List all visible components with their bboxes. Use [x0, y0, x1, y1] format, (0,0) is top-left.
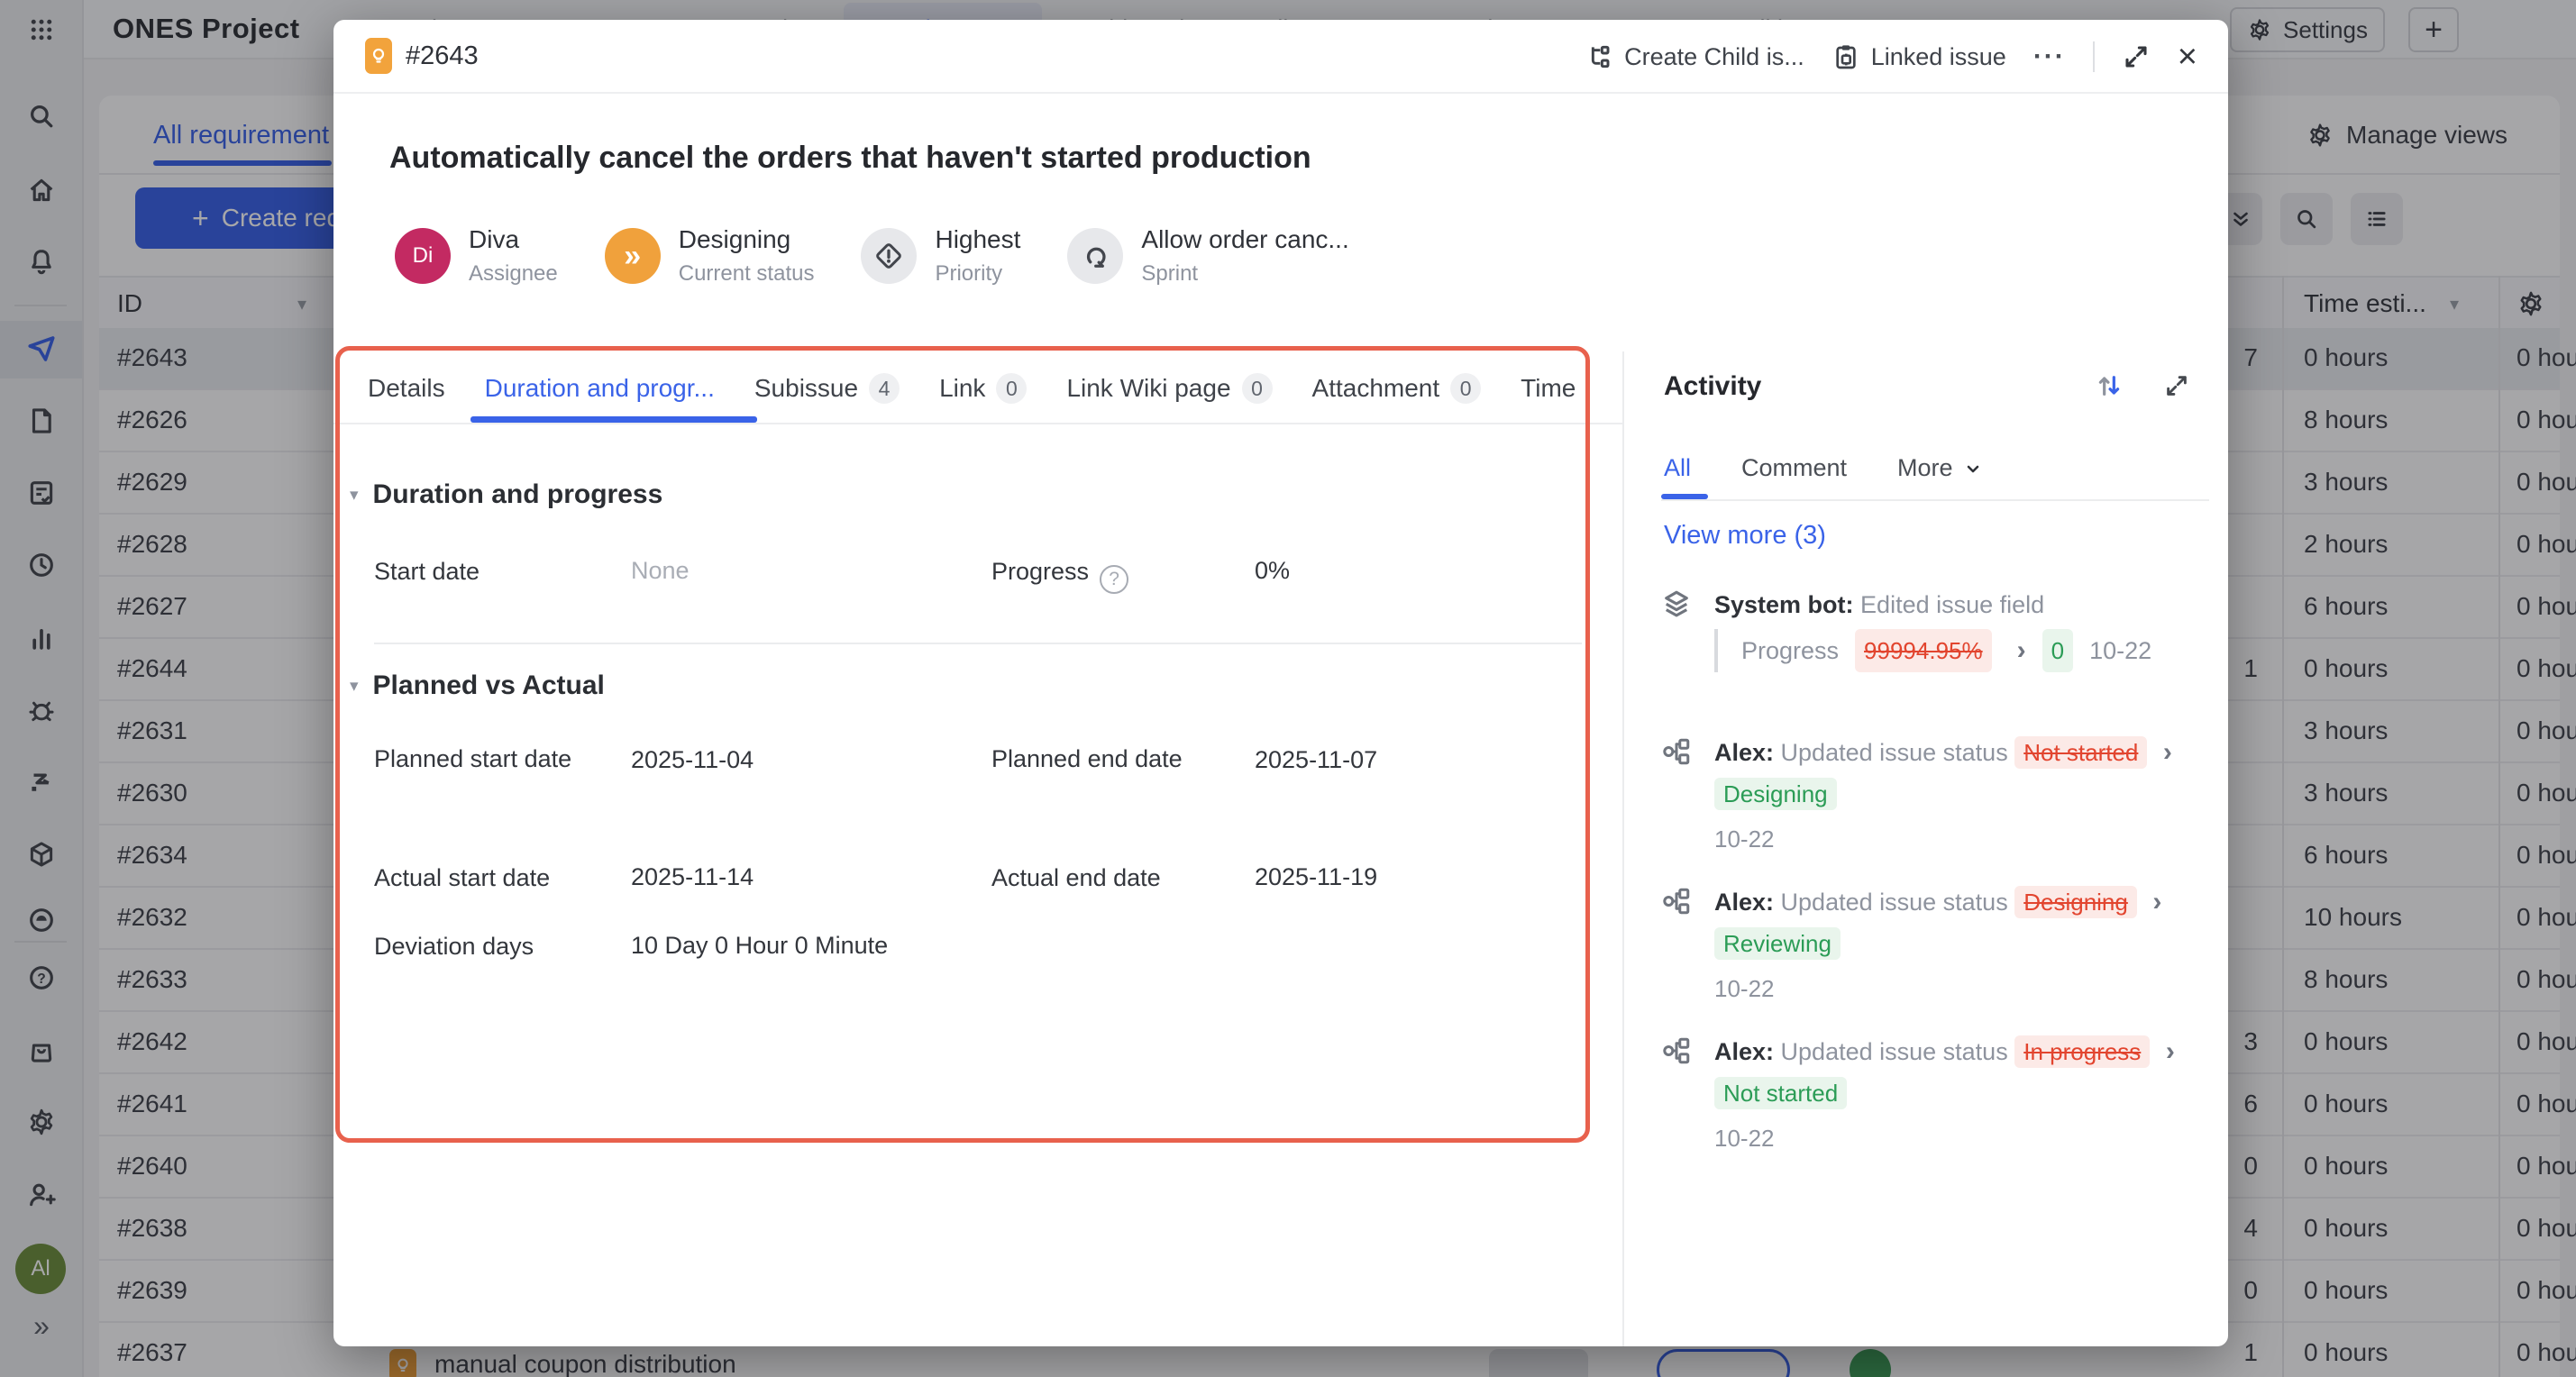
linked-issue-button[interactable]: Linked issue	[1832, 42, 2006, 71]
chevron-down-icon	[1962, 458, 1984, 479]
expand-activity-icon[interactable]	[2163, 372, 2190, 399]
help-question-icon[interactable]: ?	[1100, 565, 1129, 594]
activity-item: System bot: Edited issue field Progress …	[1660, 586, 2201, 672]
new-status-chip: Designing	[1714, 778, 1837, 810]
more-actions-button[interactable]: ···	[2033, 41, 2066, 72]
actual-start-label: Actual start date	[374, 864, 551, 891]
issue-title[interactable]: Automatically cancel the orders that hav…	[389, 141, 1311, 176]
start-date-value[interactable]: None	[631, 557, 690, 585]
section-divider	[374, 643, 1582, 644]
modal-header: #2643 Create Child is... Linked issue ··…	[333, 20, 2228, 94]
activity-item: Alex: Updated issue status Designing › R…	[1660, 883, 2201, 1008]
activity-tabs: All Comment More	[1664, 454, 1984, 482]
issue-field-chips: Di Diva Assignee » Designing Current statu…	[395, 225, 1349, 287]
subissue-count: 4	[869, 373, 900, 404]
tab-link[interactable]: Link 0	[939, 373, 1028, 404]
header-divider	[2092, 41, 2095, 72]
planned-end-label: Planned end date	[991, 745, 1183, 772]
progress-label: Progress?	[991, 552, 1129, 594]
assignee-field[interactable]: Di Diva Assignee	[395, 225, 558, 287]
wiki-count: 0	[1241, 373, 1273, 404]
deviation-label: Deviation days	[374, 933, 534, 960]
screen: ONES Project Project Summary Issues Spri…	[0, 0, 2576, 1377]
child-issue-tree-icon	[1585, 42, 1613, 71]
status-icon: »	[604, 228, 661, 284]
view-more-link[interactable]: View more (3)	[1664, 521, 1826, 551]
assignee-avatar: Di	[395, 228, 451, 284]
chevron-right-icon[interactable]: ›	[2152, 887, 2161, 916]
activity-tab-comment[interactable]: Comment	[1741, 454, 1847, 482]
actual-end-value[interactable]: 2025-11-19	[1255, 863, 1377, 891]
activity-panel: Activity All Comment More View more (3)	[1622, 351, 2228, 1346]
workflow-icon	[1660, 734, 1694, 858]
layers-icon	[1660, 586, 1694, 672]
chevron-right-icon[interactable]: ›	[2163, 737, 2172, 767]
workflow-icon	[1660, 883, 1694, 1008]
section-planned-vs-actual: ▾ Planned vs Actual	[350, 670, 605, 700]
old-status-chip: Not started	[2014, 736, 2148, 769]
activity-heading: Activity	[1664, 371, 1762, 401]
chevron-right-icon: ›	[2016, 635, 2026, 665]
tabs-border	[333, 423, 1622, 424]
priority-field[interactable]: Highest Priority	[861, 225, 1020, 287]
collapse-triangle-icon[interactable]: ▾	[350, 485, 359, 506]
actual-end-label: Actual end date	[991, 864, 1161, 891]
old-status-chip: Designing	[2014, 886, 2137, 918]
planned-start-label: Planned start date	[374, 745, 572, 772]
tab-attachment[interactable]: Attachment 0	[1312, 373, 1482, 404]
activity-item: Alex: Updated issue status Not started ›…	[1660, 734, 2201, 858]
activity-date: 10-22	[1714, 975, 1775, 1002]
activity-date: 10-22	[1714, 825, 1775, 853]
chevron-right-icon[interactable]: ›	[2166, 1036, 2175, 1066]
link-count: 0	[996, 373, 1028, 404]
tab-subissue[interactable]: Subissue 4	[754, 373, 900, 404]
collapse-triangle-icon[interactable]: ▾	[350, 676, 359, 697]
deviation-value: 10 Day 0 Hour 0 Minute	[631, 932, 889, 959]
progress-value[interactable]: 0%	[1255, 557, 1290, 585]
sprint-loop-icon	[1067, 228, 1124, 284]
activity-item: Alex: Updated issue status In progress ›…	[1660, 1033, 2201, 1157]
new-value-chip: 0	[2042, 629, 2074, 672]
active-tab-underline	[470, 416, 757, 423]
old-value-chip: 99994.95%	[1855, 629, 1992, 672]
activity-tab-all[interactable]: All	[1664, 454, 1691, 482]
section-duration-progress: ▾ Duration and progress	[350, 479, 663, 509]
planned-start-value[interactable]: 2025-11-04	[631, 746, 754, 774]
new-status-chip: Not started	[1714, 1077, 1848, 1109]
tab-details[interactable]: Details	[368, 374, 445, 403]
planned-end-value[interactable]: 2025-11-07	[1255, 746, 1377, 774]
activity-date: 10-22	[1714, 1125, 1775, 1152]
issue-id: #2643	[406, 41, 479, 70]
old-status-chip: In progress	[2014, 1035, 2151, 1068]
issue-type-icon	[365, 38, 392, 74]
issue-modal: #2643 Create Child is... Linked issue ··…	[333, 20, 2228, 1346]
tab-link-wiki[interactable]: Link Wiki page 0	[1066, 373, 1273, 404]
sort-order-icon[interactable]	[2095, 371, 2124, 400]
activity-tabs-border	[1661, 499, 2209, 501]
workflow-icon	[1660, 1033, 1694, 1157]
start-date-label: Start date	[374, 558, 480, 585]
tab-time[interactable]: Time	[1521, 374, 1576, 403]
actual-start-value[interactable]: 2025-11-14	[631, 863, 754, 891]
new-status-chip: Reviewing	[1714, 927, 1841, 960]
attachment-count: 0	[1450, 373, 1482, 404]
priority-diamond-icon	[861, 228, 918, 284]
linked-issue-icon	[1832, 42, 1860, 71]
close-icon[interactable]: ×	[2178, 40, 2197, 74]
create-child-issue-button[interactable]: Create Child is...	[1585, 42, 1804, 71]
status-field[interactable]: » Designing Current status	[604, 225, 814, 287]
tab-duration-progress[interactable]: Duration and progr...	[485, 374, 715, 403]
sprint-field[interactable]: Allow order canc... Sprint	[1067, 225, 1349, 287]
activity-tab-more[interactable]: More	[1897, 454, 1984, 482]
expand-modal-icon[interactable]	[2122, 42, 2151, 71]
